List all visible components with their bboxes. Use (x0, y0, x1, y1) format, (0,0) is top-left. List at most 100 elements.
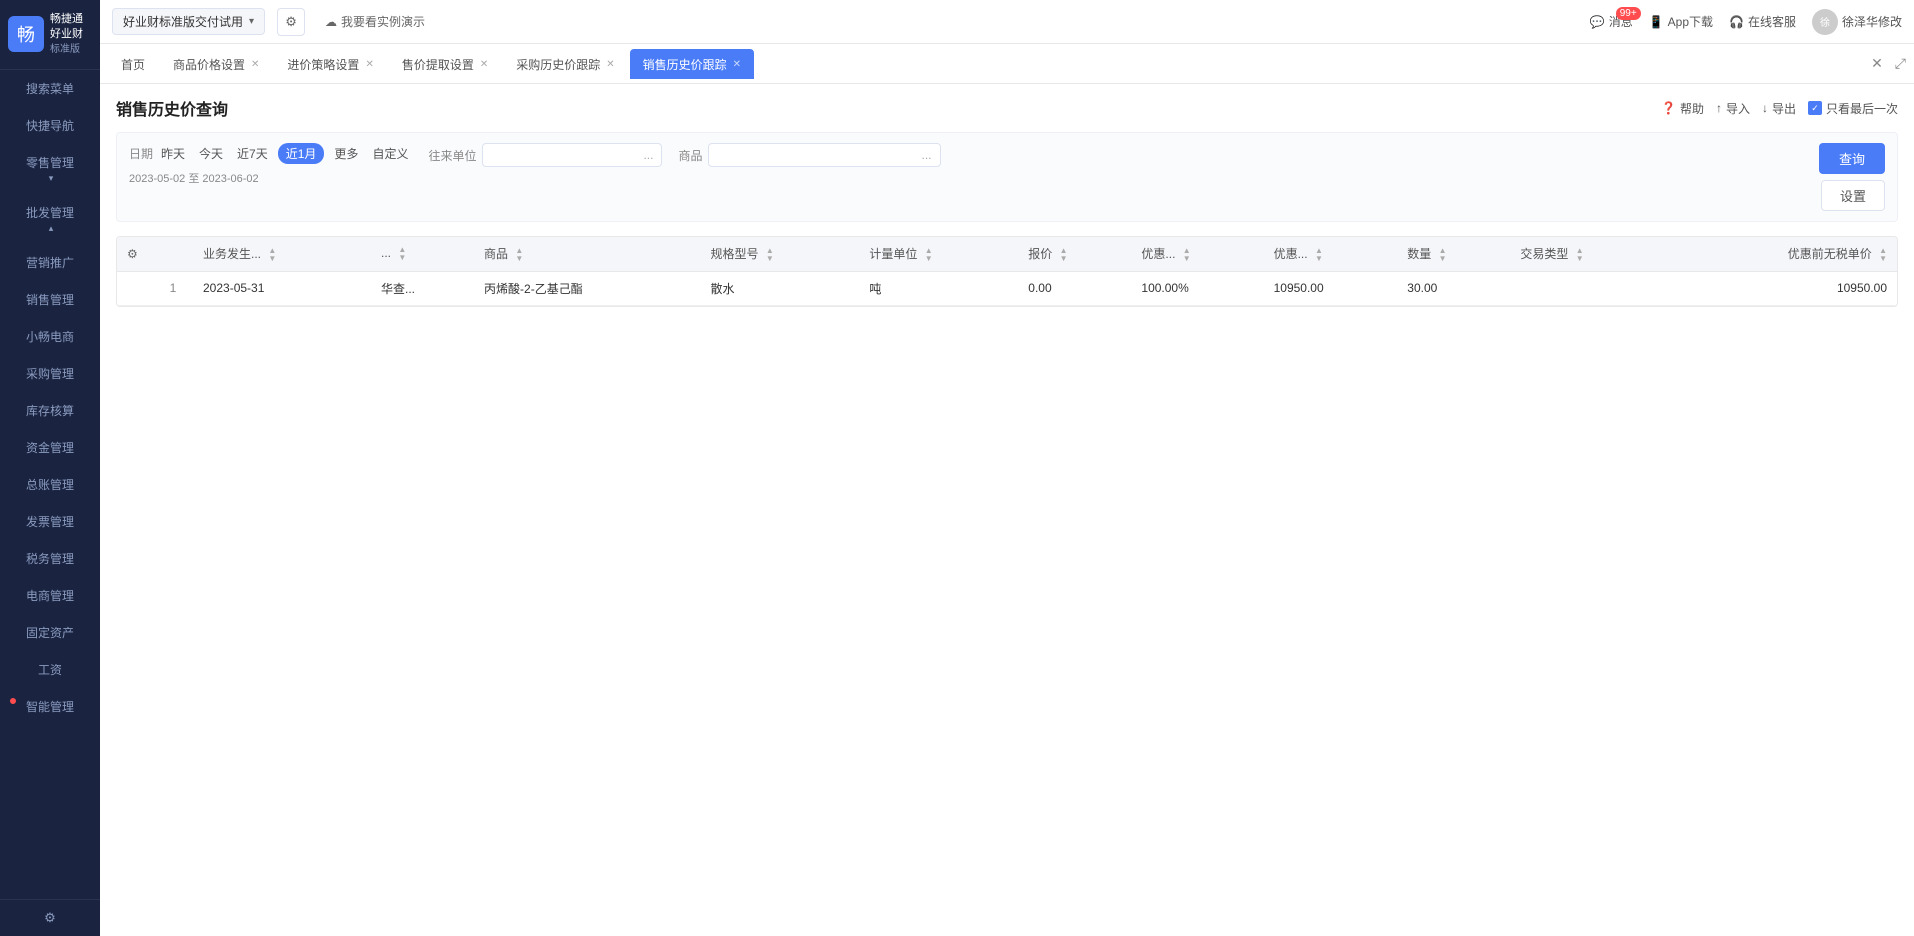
sidebar-quick-nav[interactable]: 快捷导航 (0, 107, 100, 144)
sort-more-icon: ▲▼ (398, 246, 406, 262)
logo-icon: 畅 (8, 16, 44, 52)
tab-purchase-strategy-label: 进价策略设置 (287, 56, 359, 73)
supplier-picker-icon[interactable]: ... (643, 148, 653, 162)
date-last7[interactable]: 近7天 (233, 143, 272, 164)
version-selector[interactable]: 好业财标准版交付试用 ▾ (112, 8, 265, 35)
table-gear-icon[interactable]: ⚙ (127, 247, 138, 261)
sidebar-item-marketing[interactable]: 营销推广 (0, 244, 100, 281)
date-last1month[interactable]: 近1月 (278, 143, 325, 164)
tab-purchase-history-label: 采购历史价跟踪 (516, 56, 600, 73)
filter-action-buttons: 查询 设置 (1819, 143, 1885, 211)
supplier-input[interactable]: ... (482, 143, 662, 167)
sort-unit-icon: ▲▼ (925, 247, 933, 263)
sort-discount1-icon: ▲▼ (1183, 247, 1191, 263)
sidebar-item-payroll[interactable]: 工资 (0, 651, 100, 688)
cloud-icon: ☁ (325, 15, 337, 29)
content-area: 销售历史价查询 ❓ 帮助 ↑ 导入 ↓ 导出 ✓ 只看最后一次 (100, 84, 1914, 936)
date-today[interactable]: 今天 (195, 143, 227, 164)
sidebar-item-purchase[interactable]: 采购管理 (0, 355, 100, 392)
message-button[interactable]: 💬 消息 99+ (1590, 13, 1633, 30)
sort-price-icon: ▲▼ (1060, 247, 1068, 263)
col-qty-header[interactable]: 数量 ▲▼ (1397, 237, 1510, 271)
row-date-cell: 2023-05-31 (193, 271, 371, 305)
product-picker-icon[interactable]: ... (921, 148, 931, 162)
product-input[interactable]: ... (708, 143, 940, 167)
sidebar-item-retail[interactable]: 零售管理▾ (0, 144, 100, 194)
last-only-checkbox[interactable]: ✓ 只看最后一次 (1808, 100, 1898, 117)
sidebar-search[interactable]: 搜索菜单 (0, 70, 100, 107)
tab-sale-price-close[interactable]: ✕ (480, 59, 488, 70)
row-more-cell: 华查... (371, 271, 474, 305)
col-more-header[interactable]: ... ▲▼ (371, 237, 474, 271)
table-header-row: ⚙ 业务发生... ▲▼ ... ▲▼ 商品 ▲▼ (117, 237, 1897, 271)
tab-price-set-label: 商品价格设置 (173, 56, 245, 73)
col-discount1-header[interactable]: 优惠... ▲▼ (1131, 237, 1263, 271)
date-custom[interactable]: 自定义 (368, 143, 412, 164)
tab-sales-history[interactable]: 销售历史价跟踪 ✕ (630, 49, 754, 79)
sidebar-item-invoice[interactable]: 发票管理 (0, 503, 100, 540)
supplier-filter-group: 往来单位 ... (428, 143, 662, 167)
tab-sale-price[interactable]: 售价提取设置 ✕ (389, 49, 501, 79)
page-title: 销售历史价查询 (116, 96, 228, 120)
tab-purchase-strategy[interactable]: 进价策略设置 ✕ (274, 49, 386, 79)
tab-price-set-close[interactable]: ✕ (251, 59, 259, 70)
sidebar-settings-icon[interactable]: ⚙ (0, 899, 100, 936)
col-discount2-header[interactable]: 优惠... ▲▼ (1264, 237, 1398, 271)
tab-sales-history-label: 销售历史价跟踪 (643, 56, 727, 73)
import-button[interactable]: ↑ 导入 (1716, 100, 1750, 117)
tab-purchase-strategy-close[interactable]: ✕ (365, 59, 373, 70)
sidebar-item-inventory[interactable]: 库存核算 (0, 392, 100, 429)
col-trade-type-header[interactable]: 交易类型 ▲▼ (1510, 237, 1669, 271)
sidebar-item-ecommerce[interactable]: 电商管理 (0, 577, 100, 614)
tab-purchase-history-close[interactable]: ✕ (606, 59, 614, 70)
topbar: 好业财标准版交付试用 ▾ ⚙ ☁ 我要看实例演示 💬 消息 99+ 📱 App下… (100, 0, 1914, 44)
col-price-header[interactable]: 报价 ▲▼ (1018, 237, 1131, 271)
date-yesterday[interactable]: 昨天 (157, 143, 189, 164)
user-menu-button[interactable]: 徐 徐泽华修改 (1812, 9, 1902, 35)
tab-price-set[interactable]: 商品价格设置 ✕ (160, 49, 272, 79)
query-button[interactable]: 查询 (1819, 143, 1885, 174)
tab-home[interactable]: 首页 (108, 49, 158, 79)
sidebar-item-smart[interactable]: 智能管理 (0, 688, 100, 725)
sidebar-item-general-ledger[interactable]: 总账管理 (0, 466, 100, 503)
product-label: 商品 (678, 147, 702, 164)
table-row[interactable]: 1 2023-05-31 华查... 丙烯酸-2-乙基己酯 散水 吨 0.00 … (117, 271, 1897, 305)
supplier-label: 往来单位 (428, 147, 476, 164)
sidebar-item-tax[interactable]: 税务管理 (0, 540, 100, 577)
sidebar-item-assets[interactable]: 固定资产 (0, 614, 100, 651)
sort-product-icon: ▲▼ (515, 247, 523, 263)
tab-close-all-icon[interactable]: ✕ (1871, 55, 1883, 72)
col-date-header[interactable]: 业务发生... ▲▼ (193, 237, 371, 271)
app-download-button[interactable]: 📱 App下载 (1649, 13, 1713, 30)
row-price-cell: 0.00 (1018, 271, 1131, 305)
tab-actions: ✕ ⤢ (1871, 55, 1906, 72)
settings-button[interactable]: 设置 (1821, 180, 1885, 211)
date-options: 昨天 今天 近7天 近1月 更多 自定义 (157, 143, 412, 164)
sort-pretax-price-icon: ▲▼ (1879, 247, 1887, 263)
date-more[interactable]: 更多 (330, 143, 362, 164)
sidebar-item-ecommerce-small[interactable]: 小畅电商 (0, 318, 100, 355)
export-icon: ↓ (1762, 101, 1768, 115)
sidebar-item-sales[interactable]: 销售管理 (0, 281, 100, 318)
tab-bar: 首页 商品价格设置 ✕ 进价策略设置 ✕ 售价提取设置 ✕ 采购历史价跟踪 ✕ … (100, 44, 1914, 84)
col-product-header[interactable]: 商品 ▲▼ (474, 237, 700, 271)
tab-expand-icon[interactable]: ⤢ (1895, 55, 1906, 72)
topbar-gear-button[interactable]: ⚙ (277, 8, 305, 36)
sidebar-item-wholesale[interactable]: 批发管理▴ (0, 194, 100, 244)
online-service-button[interactable]: 🎧 在线客服 (1729, 13, 1796, 30)
col-unit-header[interactable]: 计量单位 ▲▼ (859, 237, 1018, 271)
export-button[interactable]: ↓ 导出 (1762, 100, 1796, 117)
page-header: 销售历史价查询 ❓ 帮助 ↑ 导入 ↓ 导出 ✓ 只看最后一次 (116, 96, 1898, 120)
tab-sales-history-close[interactable]: ✕ (733, 59, 741, 70)
row-trade-type-cell (1510, 271, 1669, 305)
col-spec-header[interactable]: 规格型号 ▲▼ (700, 237, 859, 271)
data-table: ⚙ 业务发生... ▲▼ ... ▲▼ 商品 ▲▼ (116, 236, 1898, 307)
version-label: 好业财标准版交付试用 (123, 13, 243, 30)
sidebar-item-finance[interactable]: 资金管理 (0, 429, 100, 466)
demo-button[interactable]: ☁ 我要看实例演示 (325, 13, 425, 30)
help-button[interactable]: ❓ 帮助 (1661, 100, 1704, 117)
product-filter-group: 商品 ... (678, 143, 940, 167)
tab-purchase-history[interactable]: 采购历史价跟踪 ✕ (503, 49, 627, 79)
col-pretax-price-header[interactable]: 优惠前无税单价 ▲▼ (1669, 237, 1897, 271)
import-icon: ↑ (1716, 101, 1722, 115)
